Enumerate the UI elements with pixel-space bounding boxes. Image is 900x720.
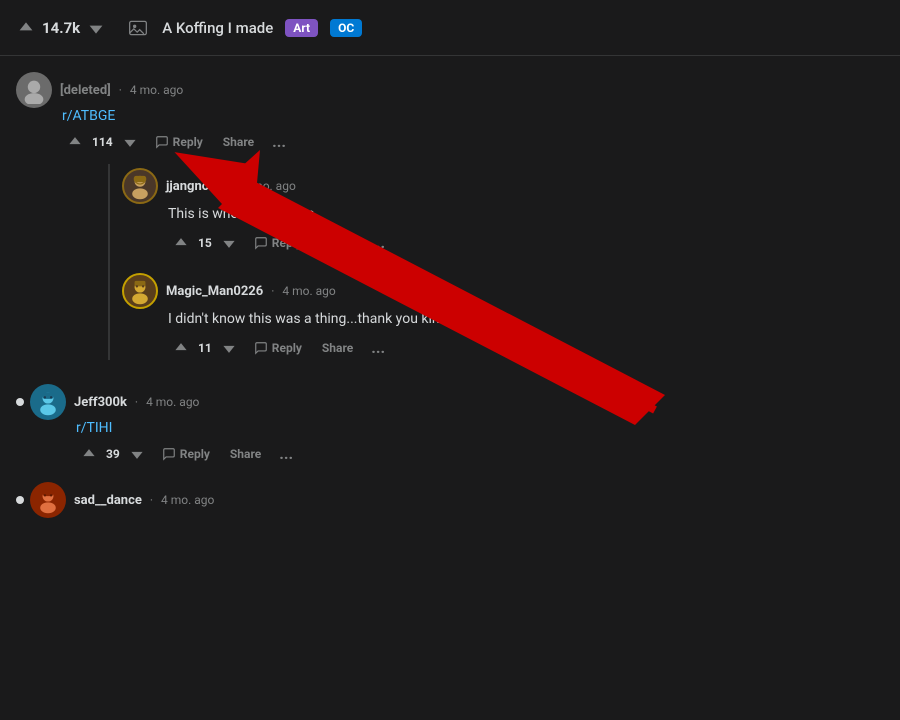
username-sad-dance[interactable]: sad__dance — [74, 493, 142, 508]
reply-2-timestamp: 4 mo. ago — [282, 284, 335, 298]
reply-2-actions: 11 Reply Share ... — [168, 336, 884, 360]
reply-2-downvote[interactable] — [216, 337, 242, 359]
nested-comment-1: jjangnoah · 4 mo. ago This is where it b… — [122, 164, 884, 255]
avatar-deleted — [16, 72, 52, 108]
nested-comments-1: jjangnoah · 4 mo. ago This is where it b… — [108, 164, 884, 360]
comment-1-body: r/ATBGE 114 Reply Share ... — [62, 108, 884, 360]
comment-block-1: [deleted] · 4 mo. ago r/ATBGE 114 Reply … — [16, 72, 884, 360]
header-vote-count: 14.7k — [42, 19, 80, 37]
reply-1-upvote[interactable] — [168, 232, 194, 254]
comment-1-header: [deleted] · 4 mo. ago — [16, 72, 884, 108]
reply-1-timestamp: 4 mo. ago — [242, 179, 295, 193]
comment-block-3: sad__dance · 4 mo. ago — [16, 482, 884, 518]
username-deleted[interactable]: [deleted] — [60, 83, 111, 98]
nested-comment-2: Magic_Man0226 · 4 mo. ago I didn't know … — [122, 269, 884, 360]
bullet-indicator-3 — [16, 496, 24, 504]
reply-1-downvote[interactable] — [216, 232, 242, 254]
comment-1-share-btn[interactable]: Share — [215, 131, 262, 153]
comment-2-downvote[interactable] — [124, 443, 150, 465]
reply-1-text: This is where it belongs — [168, 204, 884, 225]
username-jeff[interactable]: Jeff300k — [74, 395, 127, 410]
comment-2-more-btn[interactable]: ... — [273, 442, 299, 466]
link-tihi[interactable]: r/TIHI — [76, 420, 112, 436]
avatar-sad-dance — [30, 482, 66, 518]
comment-3-header: sad__dance · 4 mo. ago — [30, 482, 884, 518]
comment-2-vote-count: 39 — [106, 447, 120, 461]
comment-2-timestamp: 4 mo. ago — [146, 395, 199, 409]
avatar-magic-man — [122, 273, 158, 309]
header-upvote-button[interactable] — [16, 18, 36, 38]
comment-2-header: Jeff300k · 4 mo. ago — [30, 384, 884, 420]
header-downvote-button[interactable] — [86, 18, 106, 38]
tag-oc[interactable]: OC — [330, 19, 362, 37]
reply-1-actions: 15 Reply Share ... — [168, 231, 884, 255]
header-vote-section: 14.7k — [16, 18, 106, 38]
avatar-jjangnoah — [122, 168, 158, 204]
reply-1-more-btn[interactable]: ... — [365, 231, 391, 255]
comment-3-timestamp: 4 mo. ago — [161, 493, 214, 507]
reply-1-header: jjangnoah · 4 mo. ago — [122, 168, 884, 204]
reply-2-share-btn[interactable]: Share — [314, 337, 361, 359]
comment-2-upvote[interactable] — [76, 443, 102, 465]
comment-2-reply-btn[interactable]: Reply — [154, 443, 218, 465]
timestamp-1: 4 mo. ago — [130, 83, 183, 97]
comment-1-downvote[interactable] — [117, 131, 143, 153]
comment-1-upvote[interactable] — [62, 131, 88, 153]
comment-1-vote-count: 114 — [92, 135, 113, 149]
post-title: A Koffing I made — [162, 19, 273, 37]
link-atbge[interactable]: r/ATBGE — [62, 108, 115, 124]
comment-1-more-btn[interactable]: ... — [266, 130, 292, 154]
content-area: [deleted] · 4 mo. ago r/ATBGE 114 Reply … — [0, 56, 900, 720]
comment-2-actions: 39 Reply Share ... — [76, 442, 884, 466]
post-image-icon — [126, 16, 150, 40]
reply-1-share-btn[interactable]: Share — [314, 232, 361, 254]
header-bar: 14.7k A Koffing I made Art OC — [0, 0, 900, 56]
comment-1-reply-btn[interactable]: Reply — [147, 131, 211, 153]
username-jjangnoah[interactable]: jjangnoah — [166, 179, 223, 194]
reply-2-reply-btn[interactable]: Reply — [246, 337, 310, 359]
reply-2-vote-count: 11 — [198, 341, 212, 355]
tag-art[interactable]: Art — [285, 19, 318, 37]
comment-2-share-btn[interactable]: Share — [222, 443, 269, 465]
reply-2-header: Magic_Man0226 · 4 mo. ago — [122, 273, 884, 309]
avatar-jeff — [30, 384, 66, 420]
reply-2-more-btn[interactable]: ... — [365, 336, 391, 360]
reply-1-vote-count: 15 — [198, 236, 212, 250]
comment-2-body: r/TIHI 39 Reply — [76, 420, 884, 466]
reply-2-text: I didn't know this was a thing...thank y… — [168, 309, 884, 330]
comment-block-2: Jeff300k · 4 mo. ago r/TIHI 39 — [16, 384, 884, 466]
username-magic-man[interactable]: Magic_Man0226 — [166, 284, 263, 299]
bullet-indicator-2 — [16, 398, 24, 406]
reply-2-upvote[interactable] — [168, 337, 194, 359]
comment-1-actions: 114 Reply Share ... — [62, 130, 884, 154]
reply-1-reply-btn[interactable]: Reply — [246, 232, 310, 254]
